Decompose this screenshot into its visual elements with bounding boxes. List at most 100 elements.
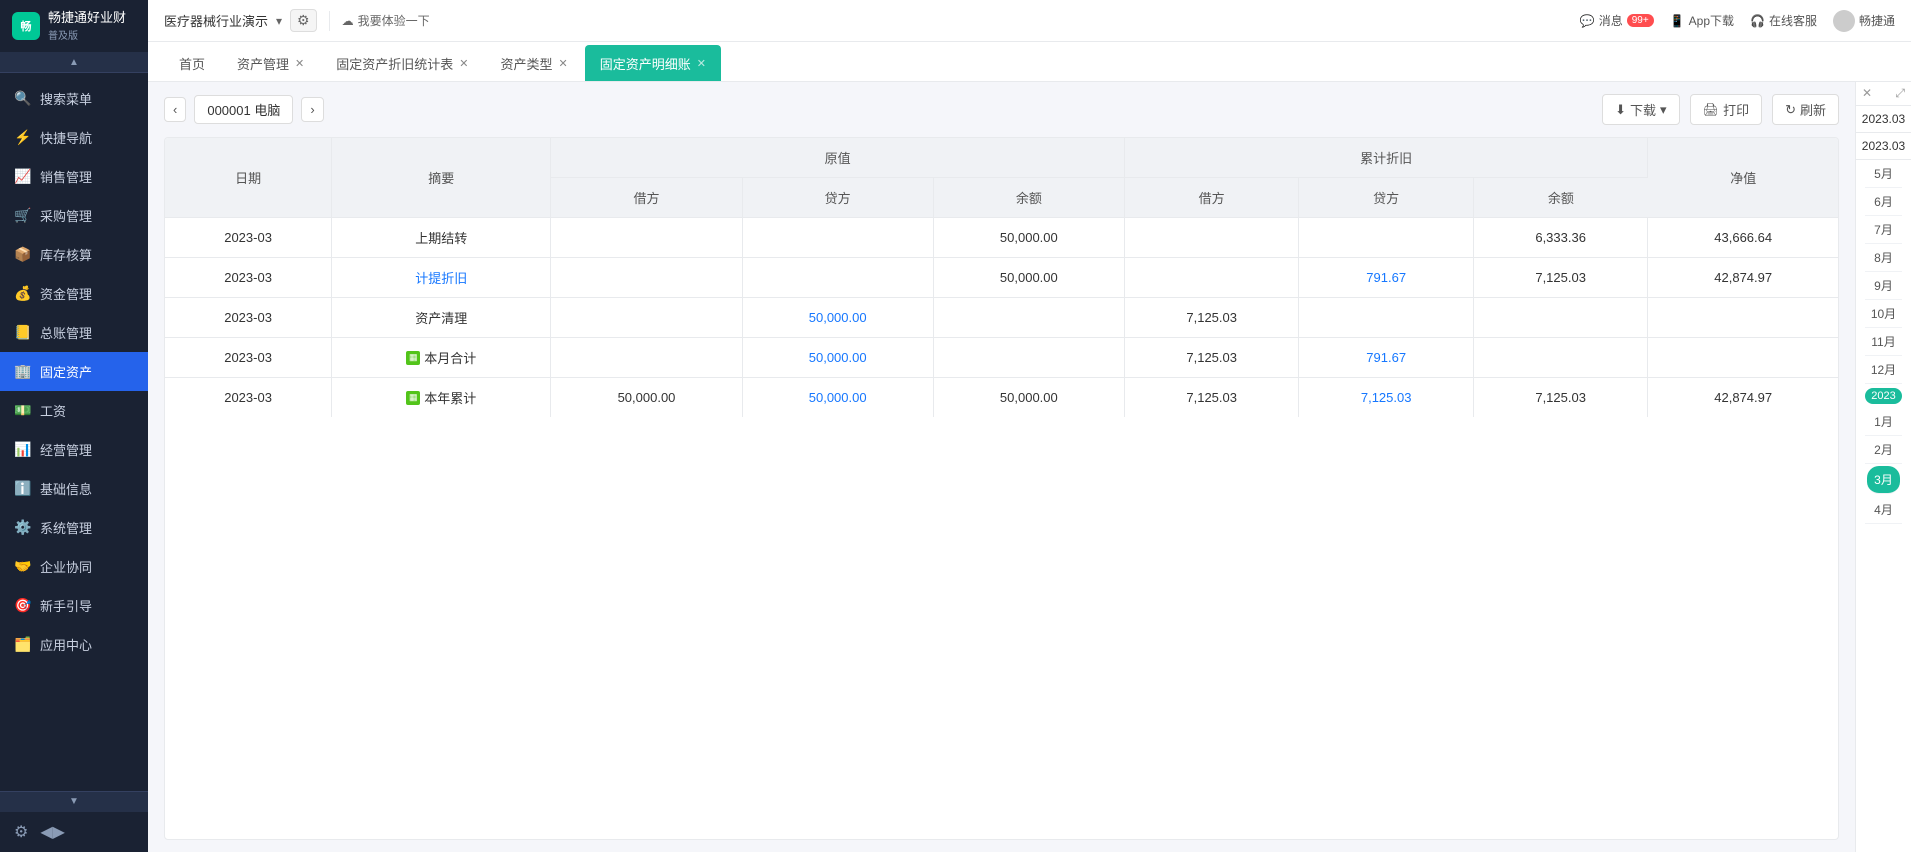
th-ov-debit: 借方 [551,178,742,218]
close-panel-icon[interactable]: ✕ [1862,86,1872,101]
prev-button[interactable]: ‹ [164,97,186,122]
download-app-button[interactable]: 📱 App下载 [1670,12,1734,29]
sidebar: 畅 畅捷通好业财 普及版 ▲ 🔍 搜索菜单 ⚡ 快捷导航 📈 销售管理 🛒 采购… [0,0,148,852]
tab-close-icon[interactable]: ✕ [697,57,706,70]
service-button[interactable]: 🎧 在线客服 [1750,12,1817,29]
sidebar-item-quick-nav[interactable]: ⚡ 快捷导航 [0,118,148,157]
asset-code-tag: 000001 电脑 [194,95,293,124]
collapse-icon[interactable]: ◀▶ [40,822,65,842]
panel-month-item[interactable]: 2月 [1865,436,1901,464]
search-icon: 🔍 [14,89,32,107]
sidebar-item-label: 库存核算 [40,245,92,264]
tab-label: 固定资产折旧统计表 [336,54,453,73]
cell-ad-credit: 791.67 [1299,258,1473,298]
sidebar-item-label: 应用中心 [40,635,92,654]
refresh-label: 刷新 [1800,100,1826,119]
settings-icon[interactable]: ⚙ [14,822,28,842]
download-button[interactable]: ⬇ 下载 ▾ [1602,94,1679,125]
tab-asset-detail[interactable]: 固定资产明细账 ✕ [585,45,721,81]
handshake-icon: 🤝 [14,557,32,575]
panel-month-item[interactable]: 7月 [1865,216,1901,244]
sidebar-scroll-down[interactable]: ▼ [0,791,148,811]
tab-close-icon[interactable]: ✕ [295,57,304,70]
experience-icon: ☁ [342,14,354,28]
tab-home[interactable]: 首页 [164,45,220,81]
box-icon: 📦 [14,245,32,263]
topbar: 医疗器械行业演示 ▾ ⚙ ☁ 我要体验一下 💬 消息 99+ 📱 App下载 🎧… [148,0,1911,42]
table-row: 2023-03资产清理50,000.007,125.03 [165,298,1838,338]
panel-month-item[interactable]: 5月 [1865,160,1901,188]
panel-month-item[interactable]: 9月 [1865,272,1901,300]
tab-depreciation-stats[interactable]: 固定资产折旧统计表 ✕ [321,45,483,81]
cell-date: 2023-03 [165,258,332,298]
cell-ad-debit: 7,125.03 [1124,298,1298,338]
tab-label: 资产类型 [500,54,552,73]
sidebar-item-collab[interactable]: 🤝 企业协同 [0,547,148,586]
print-button[interactable]: 🖨 打印 [1690,94,1763,125]
th-ad-credit: 贷方 [1299,178,1473,218]
sidebar-item-label: 快捷导航 [40,128,92,147]
panel-month-item[interactable]: 1月 [1865,408,1901,436]
cart-icon: 🛒 [14,206,32,224]
sidebar-item-management[interactable]: 📊 经营管理 [0,430,148,469]
panel-month-item[interactable]: 6月 [1865,188,1901,216]
cell-net-value [1648,298,1838,338]
sidebar-item-system[interactable]: ⚙️ 系统管理 [0,508,148,547]
cell-date: 2023-03 [165,298,332,338]
panel-header-date1: 2023.03 [1856,106,1911,133]
gear-icon: ⚙️ [14,518,32,536]
panel-month-item[interactable]: 12月 [1865,356,1901,384]
toolbar-right: ⬇ 下载 ▾ 🖨 打印 ↻ 刷新 [1602,94,1839,125]
sidebar-scroll-up[interactable]: ▲ [0,53,148,73]
panel-month-item[interactable]: 8月 [1865,244,1901,272]
panel-month-item[interactable]: 10月 [1865,300,1901,328]
app-edition: 普及版 [48,27,126,42]
cell-net-value: 42,874.97 [1648,258,1838,298]
th-ov-credit: 贷方 [742,178,933,218]
cell-ad-debit [1124,218,1298,258]
sidebar-item-search[interactable]: 🔍 搜索菜单 [0,79,148,118]
sidebar-footer: ⚙ ◀▶ [0,811,148,852]
sidebar-item-fixed-assets[interactable]: 🏢 固定资产 [0,352,148,391]
cell-ad-balance [1473,338,1647,378]
tab-close-icon[interactable]: ✕ [559,57,568,70]
sidebar-item-app-center[interactable]: 🗂️ 应用中心 [0,625,148,664]
sidebar-item-label: 资金管理 [40,284,92,303]
refresh-button[interactable]: ↻ 刷新 [1772,94,1839,125]
cell-ad-credit [1299,298,1473,338]
sidebar-item-inventory[interactable]: 📦 库存核算 [0,235,148,274]
sidebar-item-sales[interactable]: 📈 销售管理 [0,157,148,196]
experience-button[interactable]: ☁ 我要体验一下 [342,12,430,29]
cell-ov-debit [551,258,742,298]
sidebar-item-finance[interactable]: 💰 资金管理 [0,274,148,313]
sidebar-item-label: 销售管理 [40,167,92,186]
expand-panel-icon[interactable]: ⤢ [1895,86,1905,101]
th-ov-balance: 余额 [933,178,1124,218]
tab-close-icon[interactable]: ✕ [459,57,468,70]
message-icon: 💬 [1580,14,1595,28]
tab-asset-type[interactable]: 资产类型 ✕ [485,45,582,81]
panel-month-item[interactable]: 4月 [1865,496,1901,524]
sidebar-item-label: 经营管理 [40,440,92,459]
refresh-icon: ↻ [1785,102,1796,118]
sidebar-item-label: 基础信息 [40,479,92,498]
app-name: 畅捷通好业财 [48,10,126,27]
cell-ov-balance: 50,000.00 [933,378,1124,418]
panel-month-item[interactable]: 3月 [1867,466,1899,494]
cell-ad-credit [1299,218,1473,258]
next-button[interactable]: › [301,97,323,122]
lightning-icon: ⚡ [14,128,32,146]
panel-month-item[interactable]: 11月 [1865,328,1901,356]
sidebar-item-ledger[interactable]: 📒 总账管理 [0,313,148,352]
sidebar-item-salary[interactable]: 💵 工资 [0,391,148,430]
cell-summary: 资产清理 [332,298,551,338]
message-button[interactable]: 💬 消息 99+ [1580,12,1654,29]
info-icon: ℹ️ [14,479,32,497]
tab-asset-management[interactable]: 资产管理 ✕ [222,45,319,81]
settings-button[interactable]: ⚙ [290,9,317,32]
sidebar-item-basic-info[interactable]: ℹ️ 基础信息 [0,469,148,508]
sidebar-item-guide[interactable]: 🎯 新手引导 [0,586,148,625]
sidebar-item-purchase[interactable]: 🛒 采购管理 [0,196,148,235]
user-button[interactable]: 畅捷通 [1833,10,1895,32]
company-dropdown-icon[interactable]: ▾ [276,14,282,28]
